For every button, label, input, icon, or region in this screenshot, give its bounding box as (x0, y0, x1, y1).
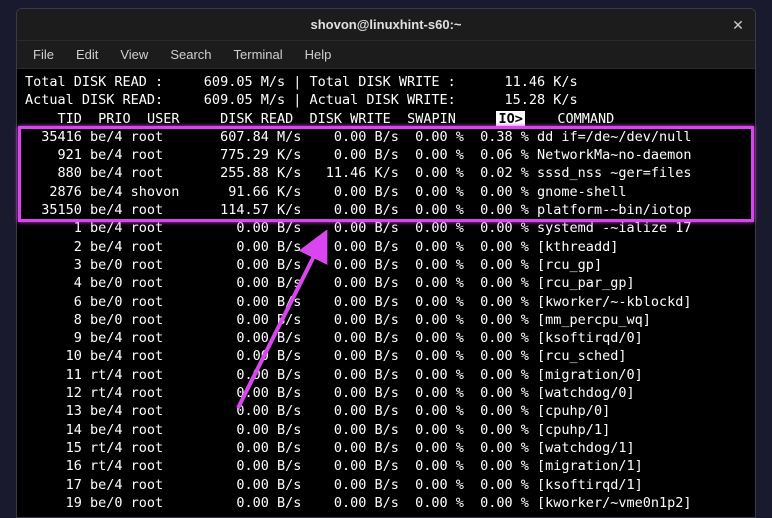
col-command: COMMAND (525, 111, 679, 127)
window-title: shovon@linuxhint-s60:~ (311, 17, 462, 32)
menu-terminal[interactable]: Terminal (224, 44, 293, 65)
table-row: 14 be/4 root 0.00 B/s 0.00 B/s 0.00 % 0.… (25, 421, 747, 439)
close-icon[interactable]: ✕ (729, 16, 747, 34)
table-row: 8 be/0 root 0.00 B/s 0.00 B/s 0.00 % 0.0… (25, 311, 747, 329)
menu-view[interactable]: View (110, 44, 158, 65)
table-row: 4 be/0 root 0.00 B/s 0.00 B/s 0.00 % 0.0… (25, 274, 747, 292)
menubar: File Edit View Search Terminal Help (17, 41, 755, 69)
summary-total: Total DISK READ : 609.05 M/s | Total DIS… (25, 73, 747, 91)
table-row: 17 be/4 root 0.00 B/s 0.00 B/s 0.00 % 0.… (25, 476, 747, 494)
terminal-window: shovon@linuxhint-s60:~ ✕ File Edit View … (16, 8, 756, 518)
col-swapin: SWAPIN (391, 111, 456, 127)
titlebar[interactable]: shovon@linuxhint-s60:~ ✕ (17, 9, 755, 41)
table-row: 2876 be/4 shovon 91.66 K/s 0.00 B/s 0.00… (25, 183, 747, 201)
col-io-sorted: IO> (496, 111, 524, 127)
column-header-row: TID PRIO USER DISK READ DISK WRITE SWAPI… (25, 110, 747, 128)
summary-actual: Actual DISK READ: 609.05 M/s | Actual DI… (25, 91, 747, 109)
col-prio: PRIO (82, 111, 131, 127)
table-row: 12 rt/4 root 0.00 B/s 0.00 B/s 0.00 % 0.… (25, 384, 747, 402)
table-row: 921 be/4 root 775.29 K/s 0.00 B/s 0.00 %… (25, 146, 747, 164)
table-row: 35416 be/4 root 607.84 M/s 0.00 B/s 0.00… (25, 128, 747, 146)
table-row: 35150 be/4 root 114.57 K/s 0.00 B/s 0.00… (25, 201, 747, 219)
table-row: 3 be/0 root 0.00 B/s 0.00 B/s 0.00 % 0.0… (25, 256, 747, 274)
menu-search[interactable]: Search (160, 44, 221, 65)
menu-file[interactable]: File (23, 44, 64, 65)
col-user: USER (131, 111, 180, 127)
table-row: 11 rt/4 root 0.00 B/s 0.00 B/s 0.00 % 0.… (25, 366, 747, 384)
table-row: 6 be/0 root 0.00 B/s 0.00 B/s 0.00 % 0.0… (25, 293, 747, 311)
table-row: 1 be/4 root 0.00 B/s 0.00 B/s 0.00 % 0.0… (25, 219, 747, 237)
table-row: 13 be/4 root 0.00 B/s 0.00 B/s 0.00 % 0.… (25, 402, 747, 420)
table-row: 10 be/4 root 0.00 B/s 0.00 B/s 0.00 % 0.… (25, 347, 747, 365)
table-row: 19 be/0 root 0.00 B/s 0.00 B/s 0.00 % 0.… (25, 494, 747, 512)
terminal-output[interactable]: Total DISK READ : 609.05 M/s | Total DIS… (17, 69, 755, 517)
menu-help[interactable]: Help (295, 44, 342, 65)
menu-edit[interactable]: Edit (66, 44, 108, 65)
process-rows: 35416 be/4 root 607.84 M/s 0.00 B/s 0.00… (25, 128, 747, 512)
table-row: 880 be/4 root 255.88 K/s 11.46 K/s 0.00 … (25, 164, 747, 182)
table-row: 15 rt/4 root 0.00 B/s 0.00 B/s 0.00 % 0.… (25, 439, 747, 457)
col-write: DISK WRITE (293, 111, 391, 127)
table-row: 9 be/4 root 0.00 B/s 0.00 B/s 0.00 % 0.0… (25, 329, 747, 347)
table-row: 16 rt/4 root 0.00 B/s 0.00 B/s 0.00 % 0.… (25, 457, 747, 475)
col-read: DISK READ (179, 111, 293, 127)
table-row: 2 be/4 root 0.00 B/s 0.00 B/s 0.00 % 0.0… (25, 238, 747, 256)
col-tid: TID (25, 111, 82, 127)
